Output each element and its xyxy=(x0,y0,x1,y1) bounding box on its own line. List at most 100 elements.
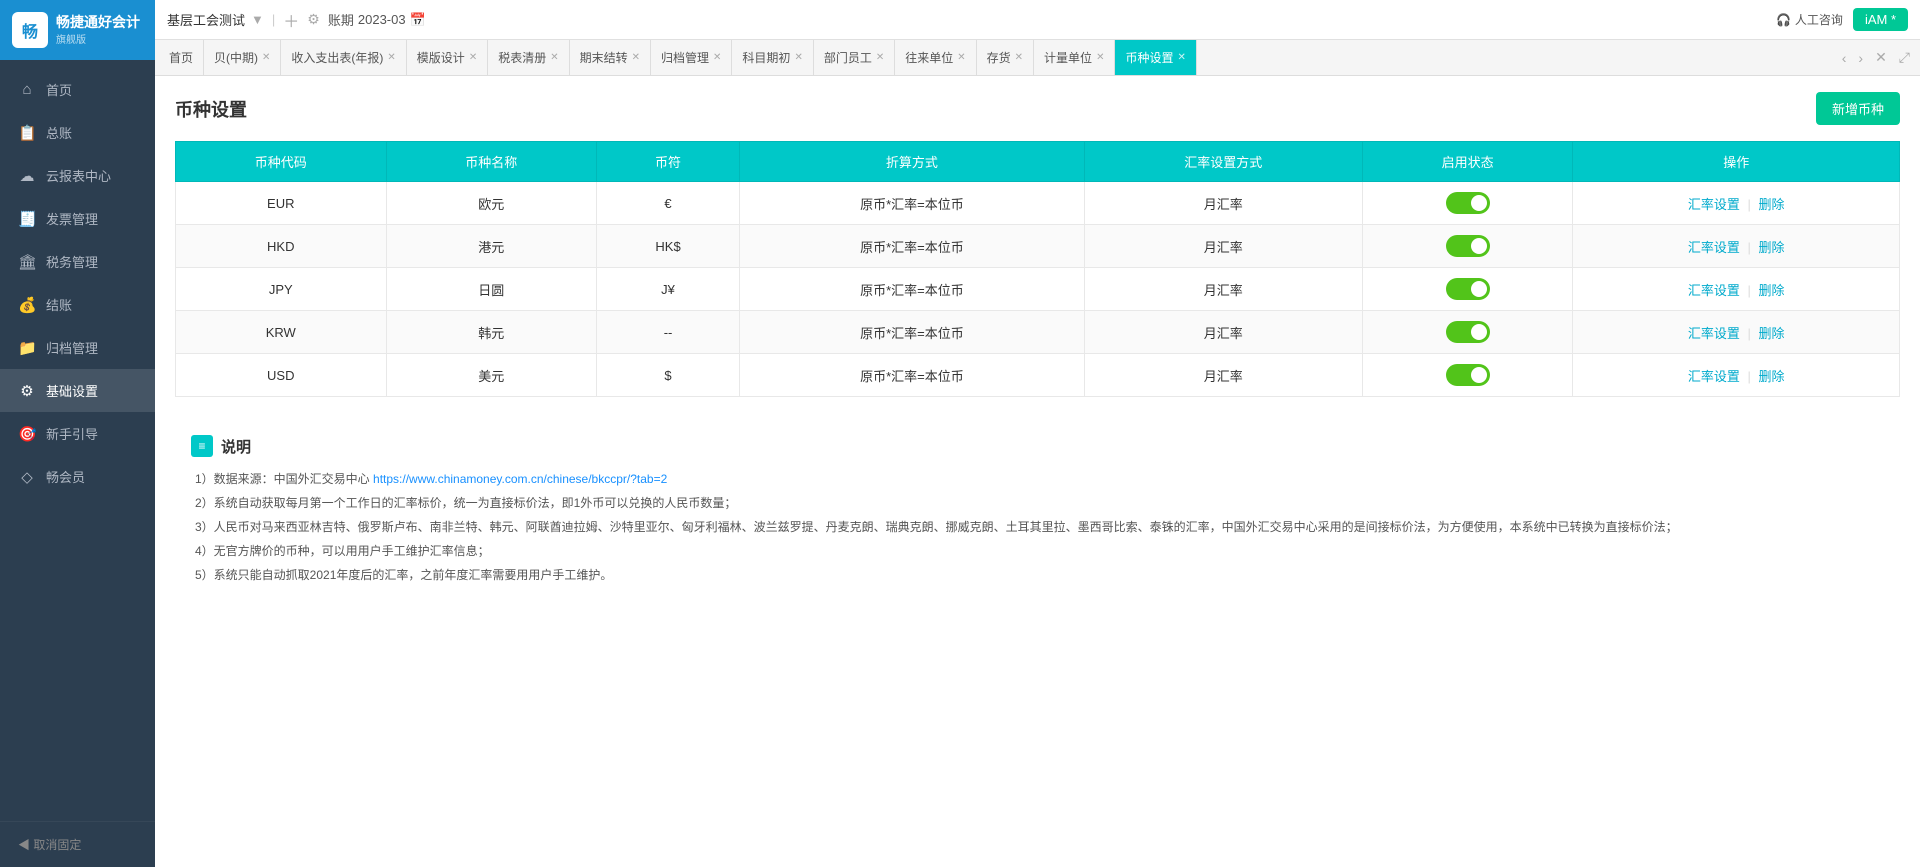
tab-close-icon[interactable]: ✕ xyxy=(1096,52,1104,63)
new-currency-button[interactable]: 新增币种 xyxy=(1816,92,1900,125)
tab-close-icon[interactable]: ✕ xyxy=(713,52,721,63)
page-inner: 币种设置 新增币种 币种代码 币种名称 币符 折算方式 汇率设置方式 启用状态 … xyxy=(155,76,1920,867)
cell-code: HKD xyxy=(176,225,387,268)
notes-section: ≡ 说明 1）数据来源：中国外汇交易中心 https://www.chinamo… xyxy=(175,421,1900,601)
notes-item: 3）人民币对马来西亚林吉特、俄罗斯卢布、南非兰特、韩元、阿联酋迪拉姆、沙特里亚尔… xyxy=(195,515,1884,539)
status-toggle[interactable] xyxy=(1446,364,1490,386)
sidebar-item-label: 归档管理 xyxy=(46,338,98,357)
company-name: 基层工会测试 xyxy=(167,10,245,29)
invoice-icon: 🧾 xyxy=(18,210,36,228)
tab-close-icon[interactable]: ✕ xyxy=(387,52,395,63)
logo-text: 畅捷通好会计 xyxy=(56,14,140,31)
status-toggle[interactable] xyxy=(1446,278,1490,300)
sidebar-item-archive[interactable]: 📁 归档管理 xyxy=(0,326,155,369)
tab-bar: 首页 贝(中期) ✕ 收入支出表(年报) ✕ 模版设计 ✕ 税表清册 ✕ 期末结… xyxy=(155,40,1920,76)
support-button[interactable]: 🎧 人工咨询 xyxy=(1776,11,1843,28)
cell-rate-method: 月汇率 xyxy=(1084,182,1362,225)
cell-status xyxy=(1362,354,1573,397)
notes-link[interactable]: https://www.chinamoney.com.cn/chinese/bk… xyxy=(373,472,667,486)
tab-contacts[interactable]: 往来单位 ✕ xyxy=(895,40,976,75)
tab-home[interactable]: 首页 xyxy=(159,40,204,75)
delete-link[interactable]: 删除 xyxy=(1759,240,1785,255)
page-header: 币种设置 新增币种 xyxy=(175,92,1900,125)
tab-close-icon[interactable]: ✕ xyxy=(1177,52,1185,63)
tab-close-icon[interactable]: ✕ xyxy=(794,52,802,63)
tab-archivemgr[interactable]: 归档管理 ✕ xyxy=(651,40,732,75)
cell-rate-method: 月汇率 xyxy=(1084,225,1362,268)
cell-code: KRW xyxy=(176,311,387,354)
tab-close-icon[interactable]: ✕ xyxy=(876,52,884,63)
col-rate-method: 汇率设置方式 xyxy=(1084,142,1362,182)
period-value: 2023-03 xyxy=(358,12,406,27)
dropdown-icon: ▼ xyxy=(251,12,264,27)
notes-icon: ≡ xyxy=(191,435,213,457)
notes-title: ≡ 说明 xyxy=(191,435,1884,457)
tab-period[interactable]: 期末结转 ✕ xyxy=(570,40,651,75)
tab-close-icon[interactable]: ✕ xyxy=(469,52,477,63)
tab-depts[interactable]: 部门员工 ✕ xyxy=(814,40,895,75)
delete-link[interactable]: 删除 xyxy=(1759,283,1785,298)
tab-label: 往来单位 xyxy=(905,49,953,66)
tab-subjects[interactable]: 科目期初 ✕ xyxy=(732,40,813,75)
rate-setting-link[interactable]: 汇率设置 xyxy=(1688,326,1740,341)
tab-inventory[interactable]: 存货 ✕ xyxy=(977,40,1034,75)
delete-link[interactable]: 删除 xyxy=(1759,197,1785,212)
sidebar-item-settle[interactable]: 💰 结账 xyxy=(0,283,155,326)
cell-status xyxy=(1362,225,1573,268)
sidebar-item-reports[interactable]: ☁ 云报表中心 xyxy=(0,154,155,197)
action-separator: | xyxy=(1748,326,1755,341)
tab-close-icon[interactable]: ✕ xyxy=(262,52,270,63)
sidebar-item-label: 结账 xyxy=(46,295,72,314)
status-toggle[interactable] xyxy=(1446,235,1490,257)
sidebar-item-home[interactable]: ⌂ 首页 xyxy=(0,68,155,111)
sidebar-item-guide[interactable]: 🎯 新手引导 xyxy=(0,412,155,455)
tab-currency[interactable]: 币种设置 ✕ xyxy=(1115,40,1196,75)
settings-button[interactable]: ⚙ xyxy=(307,11,320,28)
rate-setting-link[interactable]: 汇率设置 xyxy=(1688,240,1740,255)
tab-close-icon[interactable]: ✕ xyxy=(957,52,965,63)
tab-units[interactable]: 计量单位 ✕ xyxy=(1034,40,1115,75)
col-actions: 操作 xyxy=(1573,142,1900,182)
status-toggle[interactable] xyxy=(1446,321,1490,343)
tab-next-button[interactable]: › xyxy=(1852,46,1869,70)
tab-balance[interactable]: 贝(中期) ✕ xyxy=(204,40,281,75)
sidebar: 畅 畅捷通好会计 旗舰版 ⌂ 首页 📋 总账 ☁ 云报表中心 🧾 发票管理 🏛 … xyxy=(0,0,155,867)
nav-menu: ⌂ 首页 📋 总账 ☁ 云报表中心 🧾 发票管理 🏛 税务管理 💰 结账 📁 归… xyxy=(0,60,155,821)
page-content: 币种设置 新增币种 币种代码 币种名称 币符 折算方式 汇率设置方式 启用状态 … xyxy=(155,76,1920,867)
sidebar-item-ledger[interactable]: 📋 总账 xyxy=(0,111,155,154)
settings-icon: ⚙ xyxy=(18,382,36,400)
company-selector[interactable]: 基层工会测试 ▼ xyxy=(167,10,264,29)
cell-calc: 原币*汇率=本位币 xyxy=(740,268,1085,311)
rate-setting-link[interactable]: 汇率设置 xyxy=(1688,197,1740,212)
sidebar-item-label: 新手引导 xyxy=(46,424,98,443)
tab-prev-button[interactable]: ‹ xyxy=(1836,46,1853,70)
tab-close-icon[interactable]: ✕ xyxy=(550,52,558,63)
expand-button[interactable]: ⤢ xyxy=(1893,45,1916,70)
add-tab-button[interactable]: ＋ xyxy=(283,8,299,32)
col-calc: 折算方式 xyxy=(740,142,1085,182)
rate-setting-link[interactable]: 汇率设置 xyxy=(1688,283,1740,298)
kuaiji-button[interactable]: iAM * xyxy=(1853,8,1908,31)
sidebar-item-settings[interactable]: ⚙ 基础设置 xyxy=(0,369,155,412)
delete-link[interactable]: 删除 xyxy=(1759,369,1785,384)
sidebar-item-member[interactable]: ◇ 畅会员 xyxy=(0,455,155,498)
cell-name: 美元 xyxy=(386,354,597,397)
delete-link[interactable]: 删除 xyxy=(1759,326,1785,341)
unpin-button[interactable]: ◀ 取消固定 xyxy=(0,821,155,867)
col-symbol: 币符 xyxy=(597,142,740,182)
status-toggle[interactable] xyxy=(1446,192,1490,214)
page-title: 币种设置 xyxy=(175,96,247,122)
sidebar-item-invoice[interactable]: 🧾 发票管理 xyxy=(0,197,155,240)
notes-item: 4）无官方牌价的币种，可以用用户手工维护汇率信息； xyxy=(195,539,1884,563)
tab-template[interactable]: 模版设计 ✕ xyxy=(407,40,488,75)
sidebar-item-label: 发票管理 xyxy=(46,209,98,228)
close-all-tabs-button[interactable]: ✕ xyxy=(1869,45,1893,70)
support-label: 人工咨询 xyxy=(1795,11,1843,28)
cell-rate-method: 月汇率 xyxy=(1084,268,1362,311)
tab-taxclear[interactable]: 税表清册 ✕ xyxy=(488,40,569,75)
tab-close-icon[interactable]: ✕ xyxy=(1015,52,1023,63)
tab-income[interactable]: 收入支出表(年报) ✕ xyxy=(281,40,406,75)
rate-setting-link[interactable]: 汇率设置 xyxy=(1688,369,1740,384)
sidebar-item-tax[interactable]: 🏛 税务管理 xyxy=(0,240,155,283)
tab-close-icon[interactable]: ✕ xyxy=(632,52,640,63)
